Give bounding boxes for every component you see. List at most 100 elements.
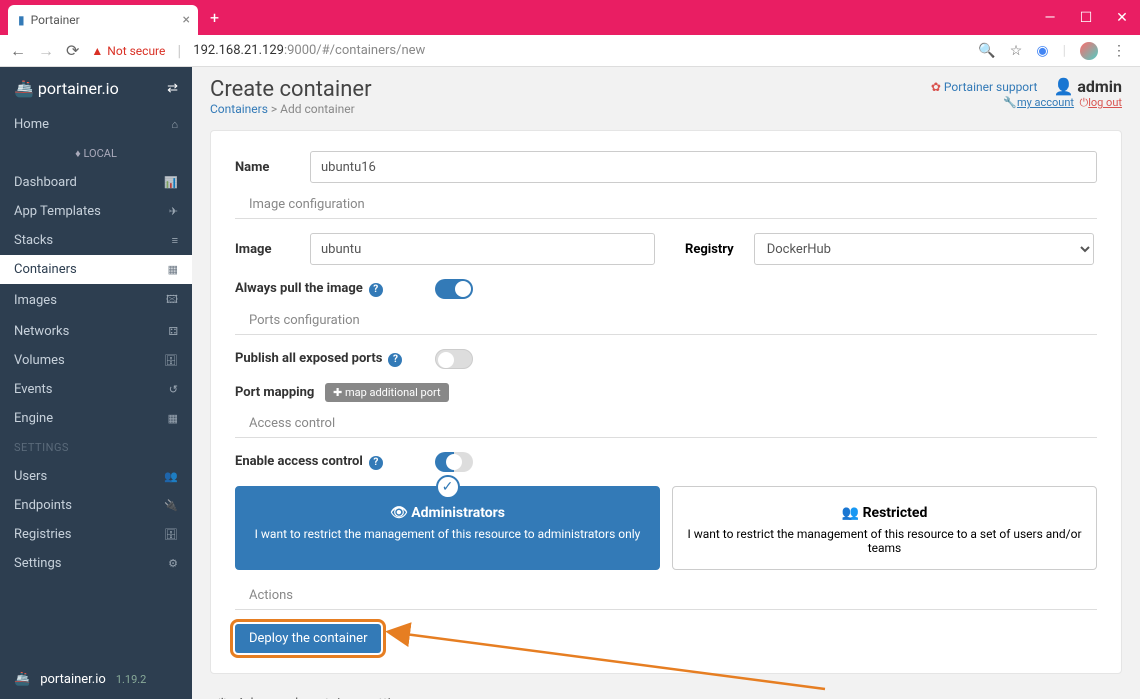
kebab-menu-icon[interactable]: ⋮: [1112, 43, 1126, 59]
check-icon: ✓: [436, 475, 460, 499]
events-icon: ↺: [169, 383, 178, 396]
sidebar-item-settings[interactable]: Settings⚙: [0, 549, 192, 578]
sidebar-item-home[interactable]: Home ⌂: [0, 110, 192, 139]
support-link[interactable]: ✿ Portainer support: [931, 80, 1038, 94]
settings-icon: ⚙: [168, 557, 178, 570]
users-icon: 👥: [164, 470, 178, 483]
enable-access-toggle[interactable]: [435, 452, 473, 472]
sidebar-section-local: ♦ LOCAL: [0, 139, 192, 168]
window-maximize[interactable]: ☐: [1076, 10, 1096, 26]
volumes-icon: 🗄: [164, 354, 178, 367]
portainer-logo-icon: 🚢: [14, 79, 34, 98]
nav-forward-icon[interactable]: →: [38, 41, 54, 61]
sidebar-item-templates[interactable]: App Templates✈: [0, 197, 192, 226]
sidebar-item-images[interactable]: Images🖾: [0, 284, 192, 317]
endpoints-icon: 🔌: [164, 499, 178, 512]
logout-link[interactable]: log out: [1088, 96, 1122, 109]
image-input[interactable]: [310, 233, 655, 265]
templates-icon: ✈: [169, 205, 178, 218]
my-account-link[interactable]: my account: [1017, 96, 1074, 109]
registry-label: Registry: [685, 242, 734, 257]
logout-icon: ⏻: [1080, 96, 1089, 109]
access-section-header: Access control: [235, 416, 1097, 438]
address-bar: ← → ⟳ ▲ Not secure | 192.168.21.129:9000…: [0, 35, 1140, 67]
sidebar-item-networks[interactable]: Networks⚃: [0, 317, 192, 346]
tab-title: Portainer: [31, 13, 80, 27]
sidebar-item-events[interactable]: Events↺: [0, 375, 192, 404]
dashboard-icon: 📊: [164, 176, 178, 189]
profile-avatar[interactable]: [1080, 42, 1098, 60]
name-label: Name: [235, 160, 310, 175]
user-display[interactable]: 👤admin: [1053, 77, 1122, 96]
sidebar-item-engine[interactable]: Engine▦: [0, 404, 192, 433]
sidebar-item-users[interactable]: Users👥: [0, 462, 192, 491]
close-tab-icon[interactable]: ×: [183, 12, 190, 28]
image-label: Image: [235, 242, 310, 257]
sidebar-brand[interactable]: 🚢portainer.io ⇄: [0, 67, 192, 110]
ports-section-header: Ports configuration: [235, 313, 1097, 335]
deploy-container-button[interactable]: Deploy the container: [235, 624, 381, 653]
help-icon[interactable]: ?: [369, 283, 383, 297]
chrome-ext-icon[interactable]: ◉: [1036, 43, 1048, 59]
window-close[interactable]: ✕: [1112, 10, 1132, 26]
security-warning[interactable]: ▲ Not secure: [91, 44, 165, 58]
breadcrumb-containers[interactable]: Containers: [210, 102, 268, 116]
publish-ports-toggle[interactable]: [435, 349, 473, 369]
sidebar-item-label: Home: [14, 117, 49, 132]
main-content: Create container Containers > Add contai…: [192, 67, 1140, 699]
actions-section-header: Actions: [235, 588, 1097, 610]
images-icon: 🖾: [166, 291, 178, 310]
containers-icon: ▦: [168, 263, 178, 276]
user-icon: 👤: [1053, 77, 1073, 96]
eye-icon: 👁: [390, 505, 411, 521]
nav-reload-icon[interactable]: ⟳: [66, 41, 79, 60]
sidebar-item-stacks[interactable]: Stacks≡: [0, 226, 192, 255]
browser-tab[interactable]: ▮ Portainer ×: [8, 5, 198, 35]
browser-tab-strip: ▮ Portainer × + — ☐ ✕: [0, 0, 1140, 35]
wrench-icon: 🔧: [1003, 96, 1017, 109]
registry-select[interactable]: DockerHub: [754, 233, 1094, 265]
new-tab-button[interactable]: +: [210, 8, 219, 27]
registries-icon: 🗄: [164, 528, 178, 541]
home-icon: ⌂: [171, 118, 178, 131]
nav-back-icon[interactable]: ←: [10, 41, 26, 61]
access-option-administrators[interactable]: ✓ 👁 Administrators I want to restrict th…: [235, 486, 660, 570]
collapse-sidebar-icon[interactable]: ⇄: [167, 81, 178, 96]
sidebar-section-settings: SETTINGS: [0, 433, 192, 462]
sidebar-item-registries[interactable]: Registries🗄: [0, 520, 192, 549]
page-title: Create container: [210, 77, 372, 102]
version-label: 1.19.2: [116, 673, 147, 686]
window-minimize[interactable]: —: [1040, 10, 1060, 26]
warning-icon: ▲: [91, 44, 103, 58]
bookmark-star-icon[interactable]: ☆: [1010, 43, 1023, 59]
access-option-restricted[interactable]: 👥 Restricted I want to restrict the mana…: [672, 486, 1097, 570]
stacks-icon: ≡: [172, 234, 178, 247]
enable-access-label: Enable access control?: [235, 454, 435, 470]
create-container-panel: Name Image configuration Image Registry …: [210, 130, 1122, 674]
name-input[interactable]: [310, 151, 1097, 183]
map-port-button[interactable]: ✚ map additional port: [325, 383, 449, 402]
help-icon[interactable]: ?: [369, 456, 383, 470]
users-icon: 👥: [842, 505, 863, 521]
sidebar: 🚢portainer.io ⇄ Home ⌂ ♦ LOCAL Dashboard…: [0, 67, 192, 699]
url-display[interactable]: 192.168.21.129:9000/#/containers/new: [193, 43, 966, 58]
sidebar-item-dashboard[interactable]: Dashboard📊: [0, 168, 192, 197]
portainer-logo-icon: 🚢: [14, 672, 30, 687]
sidebar-item-endpoints[interactable]: Endpoints🔌: [0, 491, 192, 520]
networks-icon: ⚃: [168, 325, 178, 338]
publish-ports-label: Publish all exposed ports?: [235, 351, 435, 367]
image-section-header: Image configuration: [235, 197, 1097, 219]
breadcrumb: Containers > Add container: [210, 102, 372, 116]
always-pull-toggle[interactable]: [435, 279, 473, 299]
help-icon[interactable]: ?: [388, 353, 402, 367]
engine-icon: ▦: [168, 412, 178, 425]
sidebar-item-volumes[interactable]: Volumes🗄: [0, 346, 192, 375]
sidebar-footer: 🚢 portainer.io 1.19.2: [0, 660, 192, 699]
zoom-icon[interactable]: 🔍: [978, 43, 995, 59]
always-pull-label: Always pull the image?: [235, 281, 435, 297]
sidebar-item-containers[interactable]: Containers▦: [0, 255, 192, 284]
port-mapping-label: Port mapping: [235, 385, 325, 400]
support-icon: ✿: [931, 80, 944, 94]
advanced-settings-toggle[interactable]: ⚙ Advanced container settings: [210, 686, 1122, 699]
tab-favicon: ▮: [18, 13, 25, 27]
